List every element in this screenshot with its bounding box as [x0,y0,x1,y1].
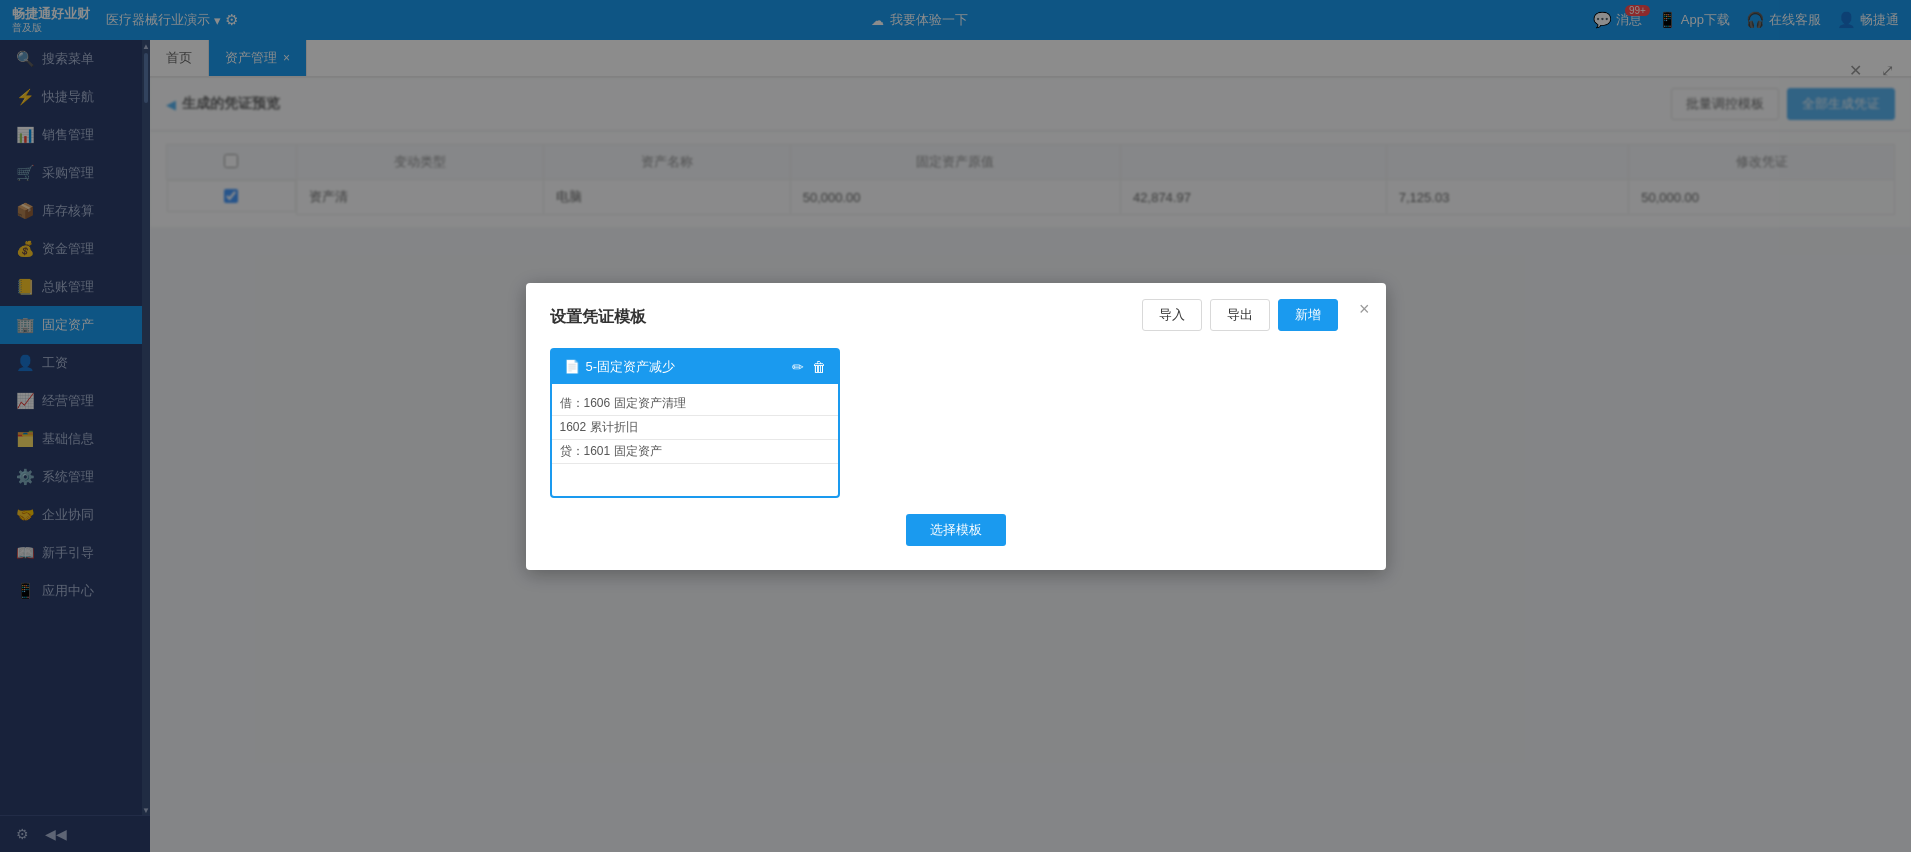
modal-header-actions: 导入 导出 新增 [1142,299,1338,331]
modal-overlay: 设置凭证模板 导入 导出 新增 × 📄 5-固定资产减少 [150,40,1911,852]
modal-dialog: 设置凭证模板 导入 导出 新增 × 📄 5-固定资产减少 [526,283,1386,570]
template-row-2: 贷：1601 固定资产 [552,440,838,464]
template-card-header-left: 📄 5-固定资产减少 [564,358,676,376]
template-row-0: 借：1606 固定资产清理 [552,392,838,416]
template-card-header-actions: ✏ 🗑 [792,359,826,375]
template-card-header: 📄 5-固定资产减少 ✏ 🗑 [552,350,838,384]
template-name: 5-固定资产减少 [586,358,676,376]
modal-close-btn[interactable]: × [1359,299,1370,320]
select-template-btn[interactable]: 选择模板 [906,514,1006,546]
import-btn[interactable]: 导入 [1142,299,1202,331]
template-delete-icon[interactable]: 🗑 [812,359,826,375]
template-card: 📄 5-固定资产减少 ✏ 🗑 借：1606 固定资产清理 [550,348,840,498]
template-edit-icon[interactable]: ✏ [792,359,804,375]
template-row-1: 1602 累计折旧 [552,416,838,440]
export-btn[interactable]: 导出 [1210,299,1270,331]
template-card-body: 借：1606 固定资产清理 1602 累计折旧 [552,384,838,496]
template-file-icon: 📄 [564,359,580,374]
new-btn[interactable]: 新增 [1278,299,1338,331]
content-area: 首页 资产管理 × ◀ 生成的凭证预览 批量调控模板 全部生成凭证 [150,40,1911,852]
template-row-empty [552,464,838,488]
main-area: 🔍 搜索菜单 ⚡ 快捷导航 📊 销售管理 🛒 采购管理 [0,40,1911,852]
